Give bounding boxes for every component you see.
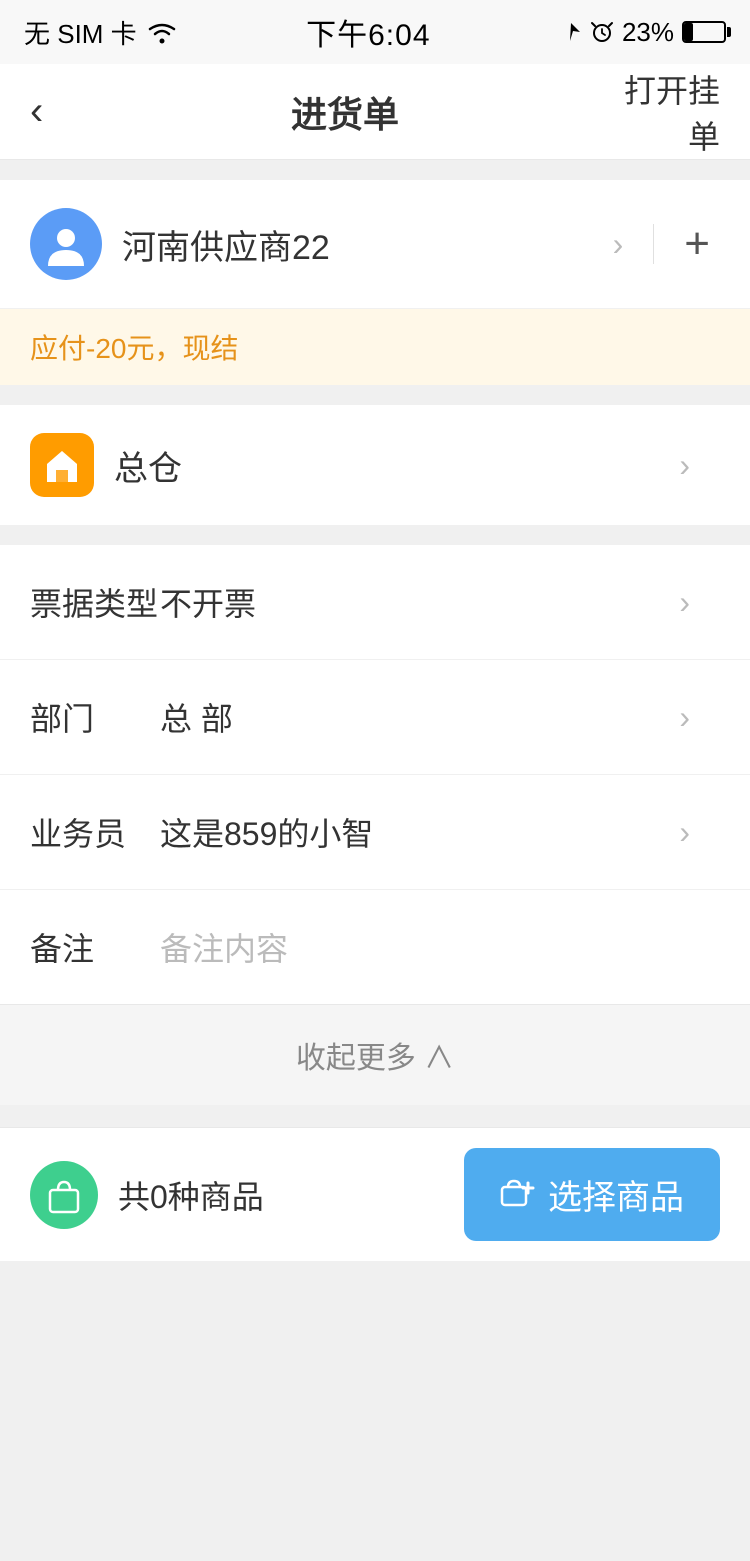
battery-percent: 23% (622, 17, 674, 48)
warehouse-name: 总仓 (114, 441, 679, 490)
select-product-button[interactable]: 选择商品 (464, 1148, 720, 1241)
salesperson-chevron-icon: › (679, 814, 690, 851)
supplier-section: 河南供应商22 › + 应付-20元，现结 (0, 180, 750, 385)
open-pending-button[interactable]: 打开挂单 (600, 66, 720, 158)
house-icon (43, 446, 81, 484)
invoice-chevron-icon: › (679, 584, 690, 621)
battery-icon (682, 21, 726, 43)
invoice-label: 票据类型 (30, 579, 160, 625)
add-supplier-button[interactable]: + (674, 219, 720, 269)
salesperson-label: 业务员 (30, 809, 160, 855)
form-section: 票据类型 不开票 › 部门 总 部 › 业务员 这是859的小智 › 备注 备注… (0, 545, 750, 1105)
shopping-bag-icon (45, 1176, 83, 1214)
section-gap-2 (0, 385, 750, 405)
salesperson-value: 这是859的小智 (160, 809, 679, 855)
warehouse-icon (30, 433, 94, 497)
department-value: 总 部 (160, 694, 679, 740)
warehouse-row[interactable]: 总仓 › (0, 405, 750, 525)
form-row-invoice[interactable]: 票据类型 不开票 › (0, 545, 750, 659)
product-icon (30, 1161, 98, 1229)
status-right: 23% (560, 17, 726, 48)
supplier-name: 河南供应商22 (122, 220, 613, 269)
back-button[interactable]: ‹ (30, 89, 90, 134)
page-rest (0, 1261, 750, 1561)
section-gap-3 (0, 525, 750, 545)
cart-plus-icon (500, 1177, 536, 1213)
form-row-department[interactable]: 部门 总 部 › (0, 659, 750, 774)
remark-input[interactable]: 备注内容 (160, 924, 720, 970)
invoice-value: 不开票 (160, 579, 679, 625)
notice-banner: 应付-20元，现结 (0, 309, 750, 385)
warehouse-section: 总仓 › (0, 405, 750, 525)
alarm-icon (590, 20, 614, 44)
product-count: 共0种商品 (118, 1172, 464, 1218)
section-gap-4 (0, 1105, 750, 1125)
location-icon (560, 21, 582, 43)
department-chevron-icon: › (679, 699, 690, 736)
warehouse-chevron-icon: › (679, 447, 690, 484)
vertical-divider (653, 224, 654, 264)
page-title: 进货单 (90, 86, 600, 138)
select-product-label: 选择商品 (548, 1170, 684, 1219)
status-time: 下午6:04 (306, 10, 430, 54)
bottom-bar: 共0种商品 选择商品 (0, 1127, 750, 1261)
wifi-icon (147, 19, 177, 45)
collapse-button[interactable]: 收起更多 ∧ (0, 1004, 750, 1105)
form-row-salesperson[interactable]: 业务员 这是859的小智 › (0, 774, 750, 889)
carrier-text: 无 SIM 卡 (24, 14, 137, 51)
department-label: 部门 (30, 694, 160, 740)
status-carrier: 无 SIM 卡 (24, 14, 177, 51)
status-bar: 无 SIM 卡 下午6:04 23% (0, 0, 750, 64)
remark-label: 备注 (30, 924, 160, 970)
supplier-chevron-icon: › (613, 226, 624, 263)
section-gap-1 (0, 160, 750, 180)
supplier-avatar (30, 208, 102, 280)
user-icon (44, 222, 88, 266)
supplier-row[interactable]: 河南供应商22 › + (0, 180, 750, 309)
nav-bar: ‹ 进货单 打开挂单 (0, 64, 750, 160)
form-row-remark[interactable]: 备注 备注内容 (0, 889, 750, 1004)
